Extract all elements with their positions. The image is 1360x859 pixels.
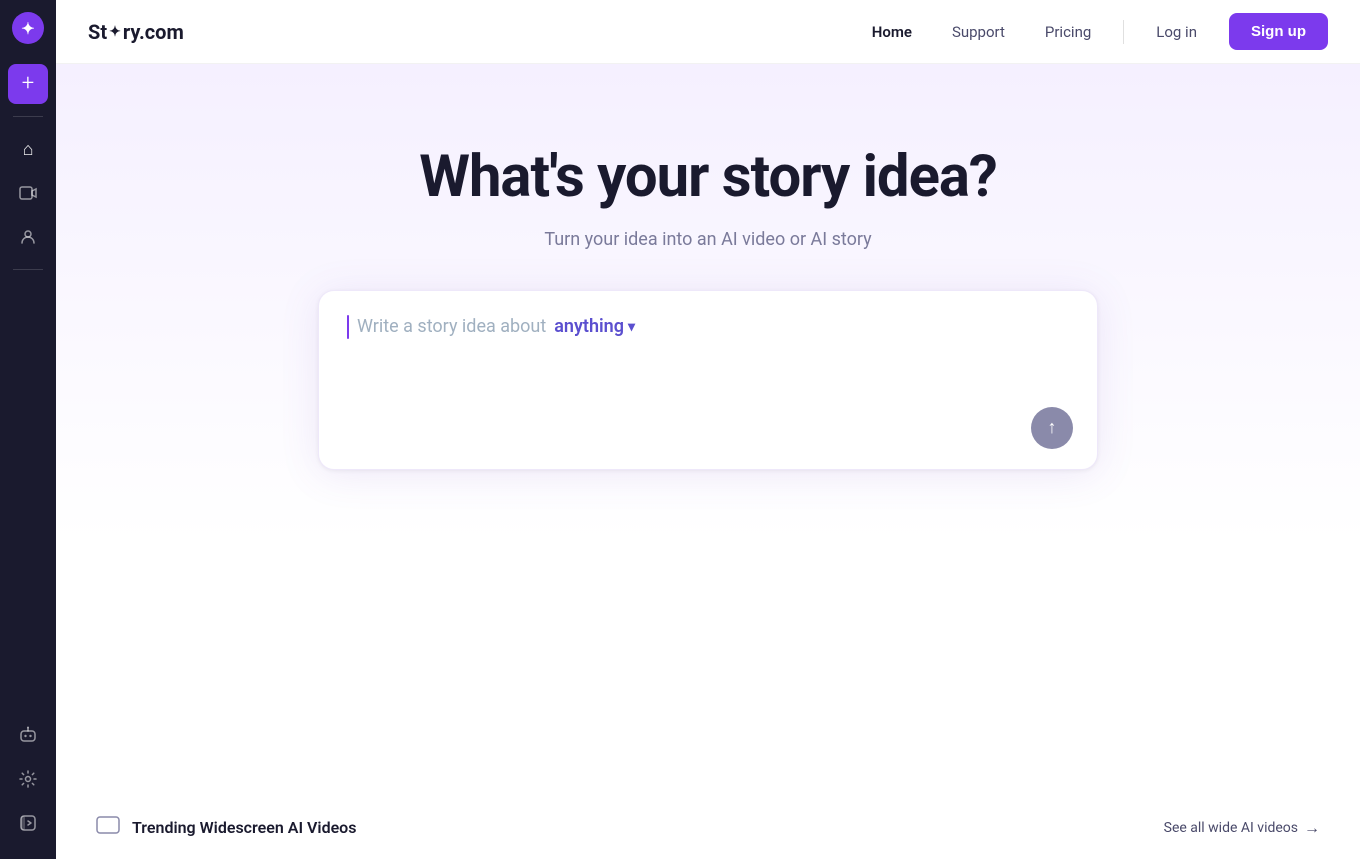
topic-dropdown-arrow: ▾: [628, 319, 635, 335]
site-logo[interactable]: St✦ry.com: [88, 20, 184, 44]
see-all-link[interactable]: See all wide AI videos →: [1164, 818, 1320, 838]
text-cursor: [347, 315, 349, 339]
see-all-arrow-icon: →: [1304, 818, 1320, 838]
sidebar-divider-bottom: [13, 269, 43, 270]
login-link[interactable]: Log in: [1140, 15, 1213, 49]
app-logo-icon: ✦: [12, 12, 44, 44]
sidebar-item-settings[interactable]: [8, 759, 48, 799]
sidebar-divider-top: [13, 116, 43, 117]
sidebar-nav: ⌂: [0, 121, 56, 265]
sidebar-item-video[interactable]: [8, 173, 48, 213]
hero-section: What's your story idea? Turn your idea i…: [56, 64, 1360, 859]
trending-label-area: Trending Widescreen AI Videos: [96, 816, 356, 839]
trending-title: Trending Widescreen AI Videos: [132, 818, 356, 837]
sidebar-logo-area: ✦: [0, 0, 56, 56]
topic-selector[interactable]: anything ▾: [554, 316, 635, 337]
sidebar-item-bot[interactable]: [8, 715, 48, 755]
sidebar-item-user[interactable]: [8, 217, 48, 257]
trending-video-icon: [96, 816, 120, 839]
nav-link-home[interactable]: Home: [856, 15, 928, 49]
input-row: Write a story idea about anything ▾: [347, 315, 1069, 339]
sidebar-panel-toggle[interactable]: [8, 803, 48, 843]
top-navigation: St✦ry.com Home Support Pricing Log in Si…: [56, 0, 1360, 64]
story-input-card: Write a story idea about anything ▾ ↑: [318, 290, 1098, 470]
hero-title: What's your story idea?: [419, 144, 997, 211]
nav-links: Home Support Pricing Log in Sign up: [856, 13, 1328, 50]
sidebar: ✦ + ⌂: [0, 0, 56, 859]
hero-subtitle: Turn your idea into an AI video or AI st…: [544, 229, 871, 250]
main-content: St✦ry.com Home Support Pricing Log in Si…: [56, 0, 1360, 859]
trending-section: Trending Widescreen AI Videos See all wi…: [56, 796, 1360, 859]
nav-link-pricing[interactable]: Pricing: [1029, 15, 1107, 49]
signup-button[interactable]: Sign up: [1229, 13, 1328, 50]
nav-link-support[interactable]: Support: [936, 15, 1021, 49]
sidebar-bottom-nav: [8, 715, 48, 859]
add-button[interactable]: +: [8, 64, 48, 104]
submit-button[interactable]: ↑: [1031, 407, 1073, 449]
input-placeholder-text: Write a story idea about: [357, 316, 546, 337]
nav-divider: [1123, 20, 1124, 44]
sidebar-item-home[interactable]: ⌂: [8, 129, 48, 169]
